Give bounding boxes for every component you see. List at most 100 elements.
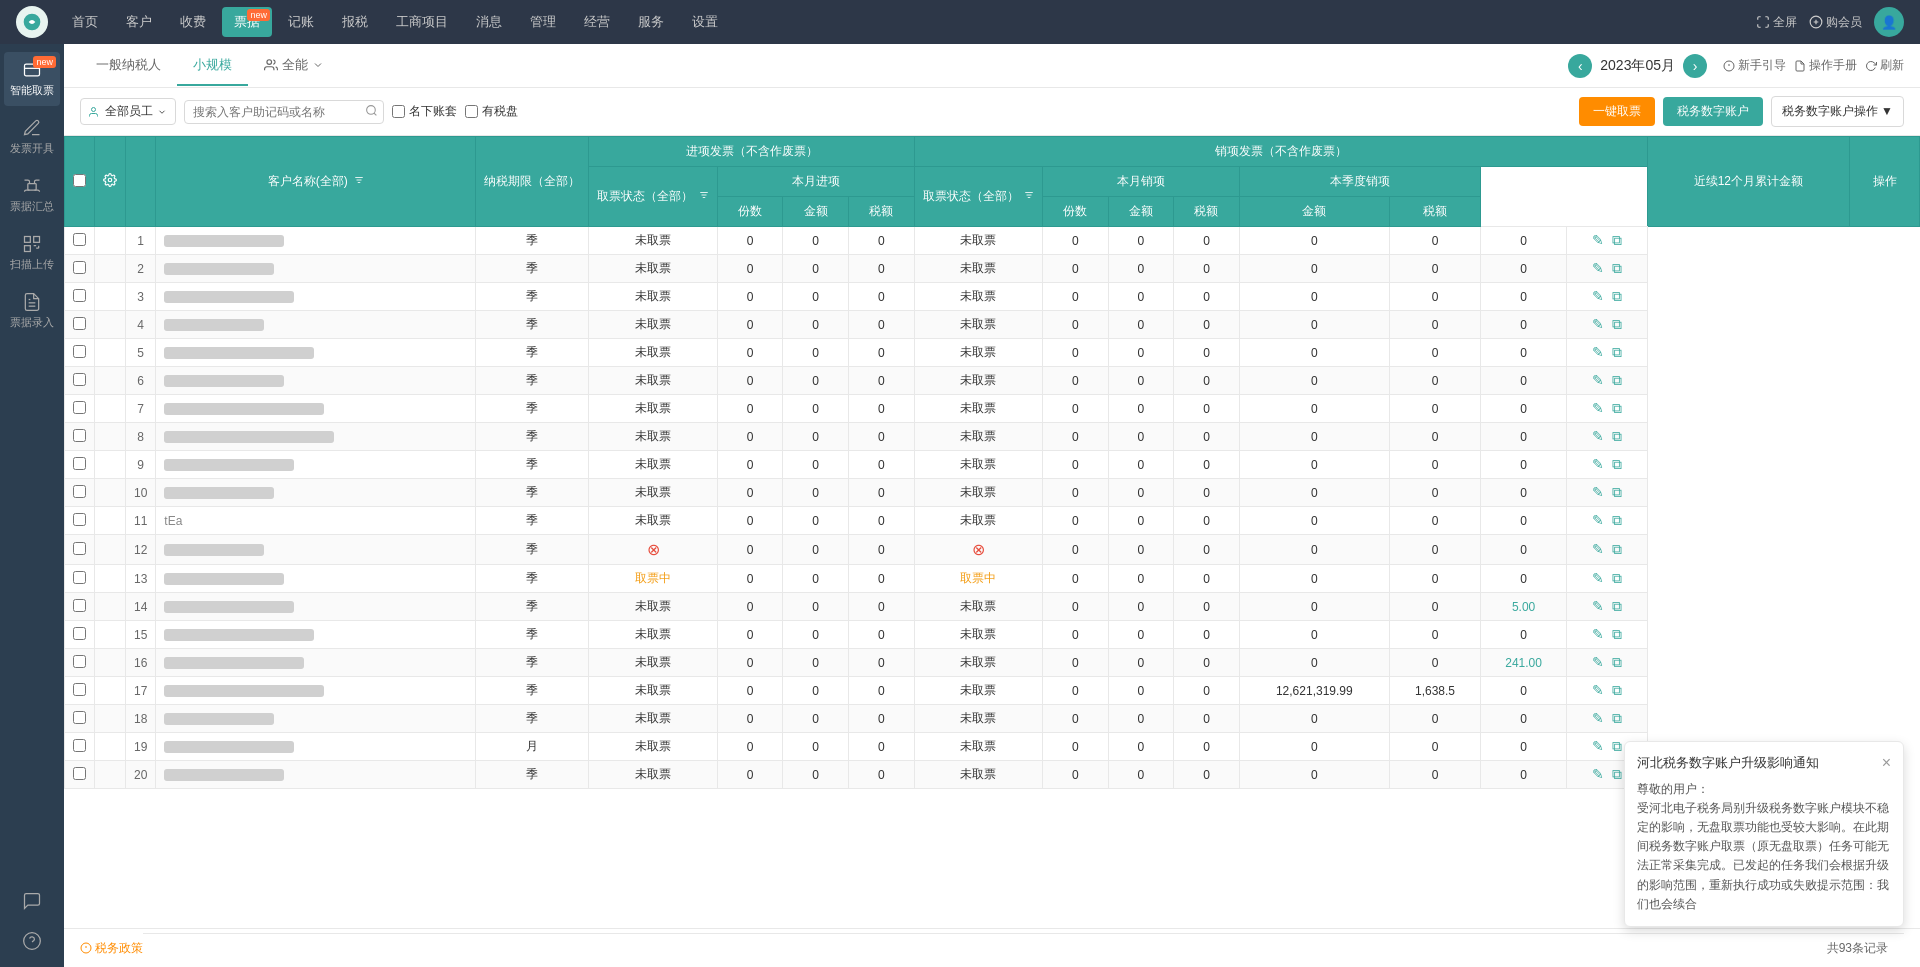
edit-icon[interactable]: ✎ (1592, 598, 1604, 614)
cell-check[interactable] (65, 255, 95, 283)
edit-icon[interactable]: ✎ (1592, 512, 1604, 528)
copy-icon[interactable]: ⧉ (1612, 372, 1622, 388)
edit-icon[interactable]: ✎ (1592, 541, 1604, 557)
cell-check[interactable] (65, 535, 95, 565)
digital-account-op-btn[interactable]: 税务数字账户操作 ▼ (1771, 96, 1904, 127)
nav-customer[interactable]: 客户 (114, 7, 164, 37)
tab-small[interactable]: 小规模 (177, 46, 248, 86)
cell-check[interactable] (65, 507, 95, 535)
copy-icon[interactable]: ⧉ (1612, 541, 1622, 557)
row-checkbox[interactable] (73, 571, 86, 584)
row-checkbox[interactable] (73, 233, 86, 246)
row-checkbox[interactable] (73, 457, 86, 470)
row-checkbox[interactable] (73, 373, 86, 386)
row-checkbox[interactable] (73, 767, 86, 780)
th-customer[interactable]: 客户名称(全部) (156, 137, 476, 227)
sidebar-item-scan[interactable]: 扫描上传 (4, 226, 60, 280)
row-checkbox[interactable] (73, 739, 86, 752)
copy-icon[interactable]: ⧉ (1612, 570, 1622, 586)
copy-icon[interactable]: ⧉ (1612, 626, 1622, 642)
cell-check[interactable] (65, 367, 95, 395)
edit-icon[interactable]: ✎ (1592, 682, 1604, 698)
policy-link[interactable]: 税务政策 (80, 940, 143, 957)
cell-check[interactable] (65, 423, 95, 451)
edit-icon[interactable]: ✎ (1592, 654, 1604, 670)
edit-icon[interactable]: ✎ (1592, 484, 1604, 500)
cell-check[interactable] (65, 395, 95, 423)
copy-icon[interactable]: ⧉ (1612, 456, 1622, 472)
edit-icon[interactable]: ✎ (1592, 570, 1604, 586)
cell-check[interactable] (65, 565, 95, 593)
copy-icon[interactable]: ⧉ (1612, 766, 1622, 782)
edit-icon[interactable]: ✎ (1592, 400, 1604, 416)
cell-check[interactable] (65, 733, 95, 761)
edit-icon[interactable]: ✎ (1592, 626, 1604, 642)
nav-message[interactable]: 消息 (464, 7, 514, 37)
copy-icon[interactable]: ⧉ (1612, 232, 1622, 248)
cell-check[interactable] (65, 621, 95, 649)
month-next-btn[interactable]: › (1683, 54, 1707, 78)
sidebar-item-ticket[interactable]: new 智能取票 (4, 52, 60, 106)
checkbox-ledger-label[interactable]: 名下账套 (392, 103, 457, 120)
select-all-checkbox[interactable] (73, 174, 86, 187)
copy-icon[interactable]: ⧉ (1612, 344, 1622, 360)
cell-check[interactable] (65, 649, 95, 677)
nav-billing[interactable]: 收费 (168, 7, 218, 37)
nav-tax[interactable]: 报税 (330, 7, 380, 37)
guide-btn[interactable]: 新手引导 (1723, 57, 1786, 74)
row-checkbox[interactable] (73, 711, 86, 724)
fetch-btn[interactable]: 一键取票 (1579, 97, 1655, 126)
copy-icon[interactable]: ⧉ (1612, 682, 1622, 698)
copy-icon[interactable]: ⧉ (1612, 654, 1622, 670)
cell-check[interactable] (65, 311, 95, 339)
cell-check[interactable] (65, 283, 95, 311)
search-btn[interactable] (365, 104, 378, 120)
copy-icon[interactable]: ⧉ (1612, 400, 1622, 416)
sidebar-item-entry[interactable]: 票据录入 (4, 284, 60, 338)
nav-settings[interactable]: 设置 (680, 7, 730, 37)
copy-icon[interactable]: ⧉ (1612, 598, 1622, 614)
sidebar-item-summary[interactable]: 票据汇总 (4, 168, 60, 222)
checkbox-tax[interactable] (465, 105, 478, 118)
row-checkbox[interactable] (73, 683, 86, 696)
fullscreen-btn[interactable]: 全屏 (1756, 14, 1797, 31)
edit-icon[interactable]: ✎ (1592, 288, 1604, 304)
nav-invoice[interactable]: 票据 new (222, 7, 272, 37)
th-out-status[interactable]: 取票状态（全部） (914, 167, 1042, 227)
row-checkbox[interactable] (73, 655, 86, 668)
cell-check[interactable] (65, 451, 95, 479)
nav-operation[interactable]: 经营 (572, 7, 622, 37)
user-avatar[interactable]: 👤 (1874, 7, 1904, 37)
copy-icon[interactable]: ⧉ (1612, 512, 1622, 528)
edit-icon[interactable]: ✎ (1592, 372, 1604, 388)
cell-check[interactable] (65, 339, 95, 367)
row-checkbox[interactable] (73, 401, 86, 414)
row-checkbox[interactable] (73, 485, 86, 498)
checkbox-tax-label[interactable]: 有税盘 (465, 103, 518, 120)
cell-check[interactable] (65, 479, 95, 507)
edit-icon[interactable]: ✎ (1592, 232, 1604, 248)
row-checkbox[interactable] (73, 317, 86, 330)
nav-business[interactable]: 工商项目 (384, 7, 460, 37)
copy-icon[interactable]: ⧉ (1612, 260, 1622, 276)
nav-service[interactable]: 服务 (626, 7, 676, 37)
nav-accounting[interactable]: 记账 (276, 7, 326, 37)
cell-check[interactable] (65, 677, 95, 705)
sidebar-item-invoice-open[interactable]: 发票开具 (4, 110, 60, 164)
row-checkbox[interactable] (73, 513, 86, 526)
edit-icon[interactable]: ✎ (1592, 456, 1604, 472)
edit-icon[interactable]: ✎ (1592, 738, 1604, 754)
th-in-status[interactable]: 取票状态（全部） (589, 167, 717, 227)
th-tax-period[interactable]: 纳税期限（全部） (476, 137, 589, 227)
edit-icon[interactable]: ✎ (1592, 710, 1604, 726)
tab-all[interactable]: 全能 (248, 46, 340, 86)
copy-icon[interactable]: ⧉ (1612, 710, 1622, 726)
sidebar-item-message[interactable] (4, 883, 60, 919)
row-checkbox[interactable] (73, 345, 86, 358)
row-checkbox[interactable] (73, 429, 86, 442)
popup-close-btn[interactable]: × (1882, 754, 1891, 772)
cell-check[interactable] (65, 705, 95, 733)
refresh-btn[interactable]: 刷新 (1865, 57, 1904, 74)
digital-account-btn[interactable]: 税务数字账户 (1663, 97, 1763, 126)
cell-check[interactable] (65, 593, 95, 621)
